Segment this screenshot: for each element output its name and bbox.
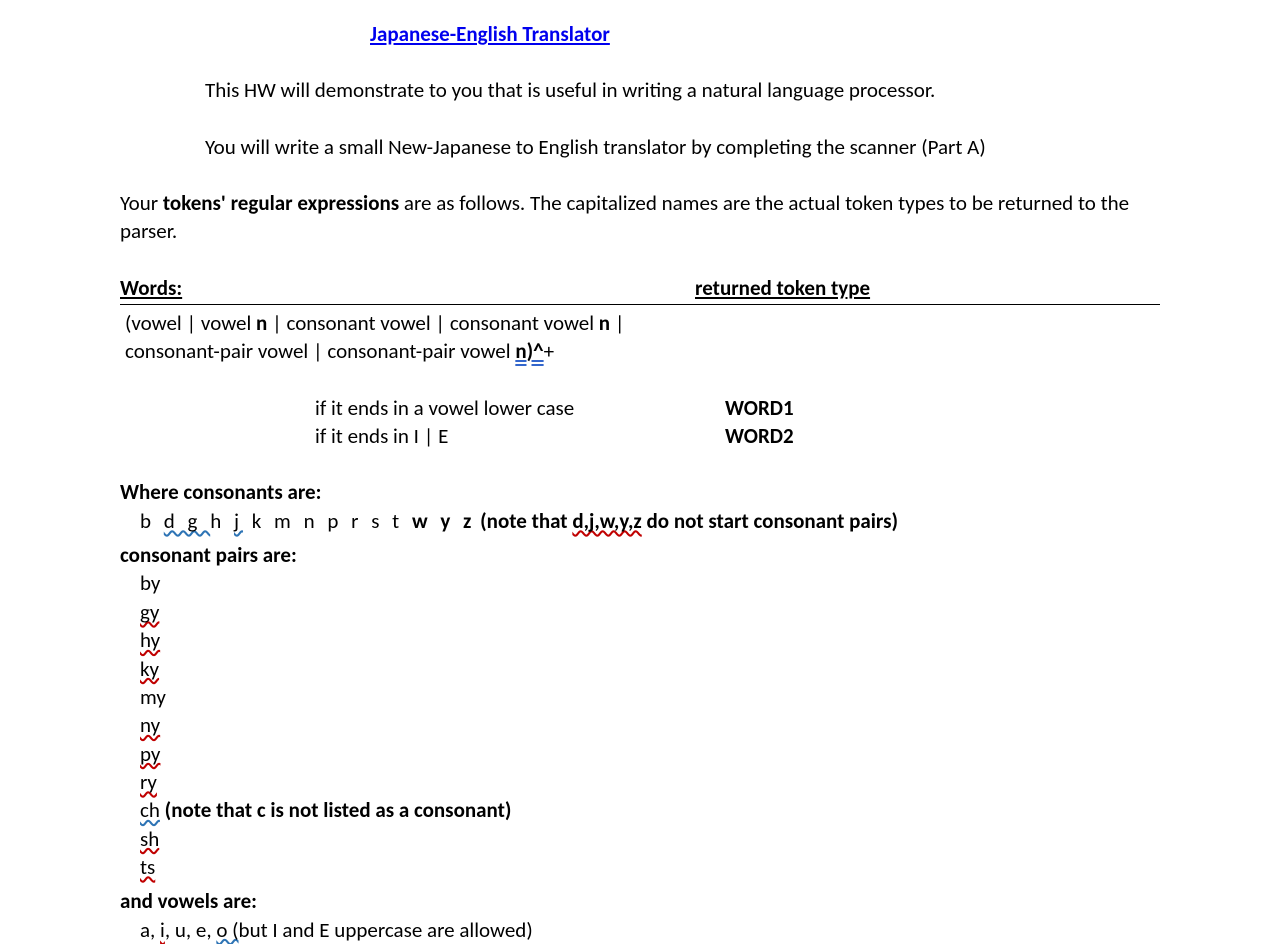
def-line-2: consonant-pair vowel | consonant-pair vo… xyxy=(125,337,1160,365)
consonant-list: b d g h j k m n p r s t w y z (note that… xyxy=(120,507,1160,535)
conditions-block: if it ends in a vowel lower case WORD1 i… xyxy=(315,394,1160,451)
page-title: Japanese-English Translator xyxy=(370,20,1160,48)
document-page: Japanese-English Translator This HW will… xyxy=(0,0,1280,944)
tokens-intro-bold: tokens' regular expressions xyxy=(163,190,399,216)
pair-my: my xyxy=(140,683,1160,711)
tokens-intro-prefix: Your xyxy=(120,190,163,216)
pair-ky: ky xyxy=(140,655,1160,683)
and-vowels-label: and vowels are: xyxy=(120,887,1160,915)
where-consonants-label: Where consonants are: xyxy=(120,478,1160,506)
table-header-row: Words: returned token type xyxy=(120,274,1160,305)
condition-1-text: if it ends in a vowel lower case xyxy=(315,394,725,422)
def-line-1: (vowel | vowel n | consonant vowel | con… xyxy=(125,309,1160,337)
pair-ch: ch (note that c is not listed as a conso… xyxy=(140,796,1160,824)
condition-2-token: WORD2 xyxy=(725,422,794,450)
pair-sh: sh xyxy=(140,825,1160,853)
intro-paragraph-1: This HW will demonstrate to you that is … xyxy=(205,76,1160,104)
condition-2-text: if it ends in I | E xyxy=(315,422,725,450)
pair-ry: ry xyxy=(140,768,1160,796)
pair-py: py xyxy=(140,740,1160,768)
pair-ny: ny xyxy=(140,711,1160,739)
pair-gy: gy xyxy=(140,598,1160,626)
condition-1-token: WORD1 xyxy=(725,394,794,422)
condition-row-2: if it ends in I | E WORD2 xyxy=(315,422,1160,450)
vowel-list: a, i, u, e, o (but I and E uppercase are… xyxy=(120,916,1160,944)
intro-paragraph-2: You will write a small New-Japanese to E… xyxy=(205,133,1160,161)
header-words: Words: xyxy=(120,274,695,302)
header-returned: returned token type xyxy=(695,274,870,302)
consonant-pairs-list: by gy hy ky my ny py ry ch (note that c … xyxy=(120,569,1160,881)
pair-ts: ts xyxy=(140,853,1160,881)
pair-by: by xyxy=(140,569,1160,597)
word-definition: (vowel | vowel n | consonant vowel | con… xyxy=(120,309,1160,366)
consonant-pairs-label: consonant pairs are: xyxy=(120,541,1160,569)
pair-hy: hy xyxy=(140,626,1160,654)
condition-row-1: if it ends in a vowel lower case WORD1 xyxy=(315,394,1160,422)
tokens-intro: Your tokens' regular expressions are as … xyxy=(120,189,1160,246)
